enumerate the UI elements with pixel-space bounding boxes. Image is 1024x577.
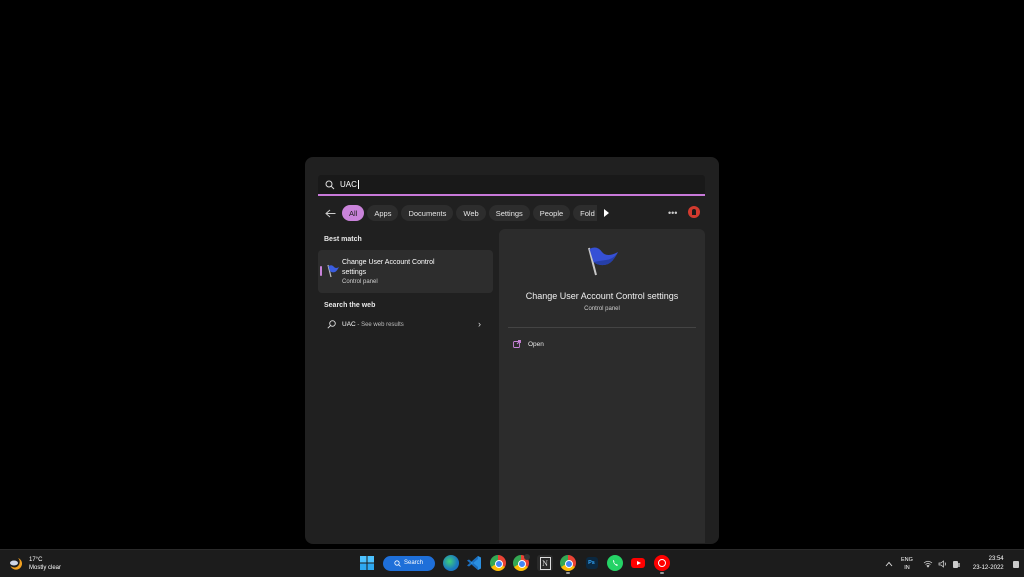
whatsapp-icon[interactable]	[606, 555, 623, 571]
show-hidden-icons-chevron-icon[interactable]	[885, 561, 893, 567]
best-match-title: Change User Account Control settings	[342, 259, 435, 276]
weather-widget[interactable]: 17°C Mostly clear	[9, 556, 61, 572]
filter-all[interactable]: All	[342, 205, 365, 221]
volume-icon[interactable]	[938, 560, 947, 568]
back-button[interactable]	[323, 206, 337, 220]
filter-documents[interactable]: Documents	[401, 205, 454, 221]
search-input[interactable]: UAC	[318, 175, 705, 196]
uac-flag-large-icon	[588, 247, 618, 276]
preview-pane: Change User Account Control settings Con…	[499, 229, 705, 543]
weather-temp: 17°C	[29, 557, 43, 563]
preview-title: Change User Account Control settings	[525, 291, 679, 301]
start-button[interactable]	[359, 555, 375, 571]
best-match-heading: Best match	[324, 236, 362, 243]
preview-subtitle: Control panel	[584, 306, 620, 312]
notion-icon[interactable]: N	[536, 555, 553, 571]
notification-icon[interactable]	[1012, 560, 1020, 569]
taskbar-apps: Search N Ps	[359, 554, 677, 574]
web-query: UAC	[342, 321, 356, 328]
more-options-button[interactable]: •••	[668, 208, 677, 218]
weather-condition: Mostly clear	[29, 565, 62, 571]
language-line1: ENG	[901, 557, 913, 563]
user-avatar[interactable]	[688, 206, 700, 218]
text-caret	[357, 180, 359, 189]
vscode-icon[interactable]	[466, 555, 482, 571]
chrome-icon-2[interactable]	[560, 555, 576, 574]
open-external-icon	[513, 340, 521, 348]
language-line2: IN	[904, 565, 910, 571]
filter-people[interactable]: People	[532, 205, 571, 221]
web-search-icon	[327, 320, 336, 329]
best-match-subtitle: Control panel	[342, 279, 378, 285]
chrome-profile-icon[interactable]	[513, 554, 530, 571]
open-action[interactable]: Open	[513, 340, 544, 348]
uac-flag-icon	[327, 264, 339, 278]
filter-bar: All Apps Documents Web Settings People F…	[323, 204, 609, 222]
clock[interactable]: 23:54 23-12-2022	[973, 555, 1004, 573]
search-web-heading: Search the web	[324, 302, 376, 309]
filter-folders[interactable]: Fold	[573, 205, 597, 221]
search-query: UAC	[340, 180, 357, 189]
system-tray: ENG IN 23:54 23-12-2022	[885, 555, 1020, 573]
windows-logo-icon	[360, 556, 374, 570]
weather-moon-icon	[10, 558, 23, 570]
edge-icon[interactable]	[442, 555, 459, 571]
battery-icon[interactable]	[952, 560, 961, 569]
taskbar: 17°C Mostly clear Search N Ps ENG IN 23:…	[0, 549, 1024, 577]
results-list: Best match Change User Account Control s…	[318, 229, 494, 333]
youtube-icon[interactable]	[630, 555, 646, 571]
back-arrow-icon	[324, 209, 335, 217]
running-indicator	[659, 572, 664, 574]
wifi-icon[interactable]	[923, 560, 933, 568]
open-label: Open	[528, 340, 544, 348]
running-indicator	[566, 572, 570, 574]
start-search-panel: UAC All Apps Documents Web Settings Peop…	[305, 157, 719, 544]
best-match-result[interactable]: Change User Account Control settings Con…	[318, 250, 493, 293]
web-suffix: - See web results	[355, 322, 404, 328]
language-indicator[interactable]: ENG IN	[901, 556, 913, 572]
clock-date: 23-12-2022	[972, 565, 1004, 571]
photoshop-icon[interactable]: Ps	[585, 557, 598, 569]
taskbar-search-button[interactable]: Search	[382, 555, 435, 571]
scroll-right-icon[interactable]	[603, 209, 609, 217]
web-result[interactable]: UAC - See web results ›	[318, 317, 494, 333]
filter-settings[interactable]: Settings	[488, 205, 530, 221]
filter-web[interactable]: Web	[456, 205, 486, 221]
clock-time: 23:54	[988, 556, 1004, 562]
chevron-right-icon: ›	[478, 319, 481, 329]
selection-indicator	[320, 266, 322, 276]
taskbar-search-label: Search	[403, 560, 423, 566]
search-icon	[325, 180, 335, 189]
youtube-music-icon[interactable]	[653, 555, 670, 574]
chrome-icon[interactable]	[489, 555, 506, 571]
filter-apps[interactable]: Apps	[367, 205, 399, 221]
search-icon	[394, 559, 401, 567]
divider	[508, 327, 696, 328]
